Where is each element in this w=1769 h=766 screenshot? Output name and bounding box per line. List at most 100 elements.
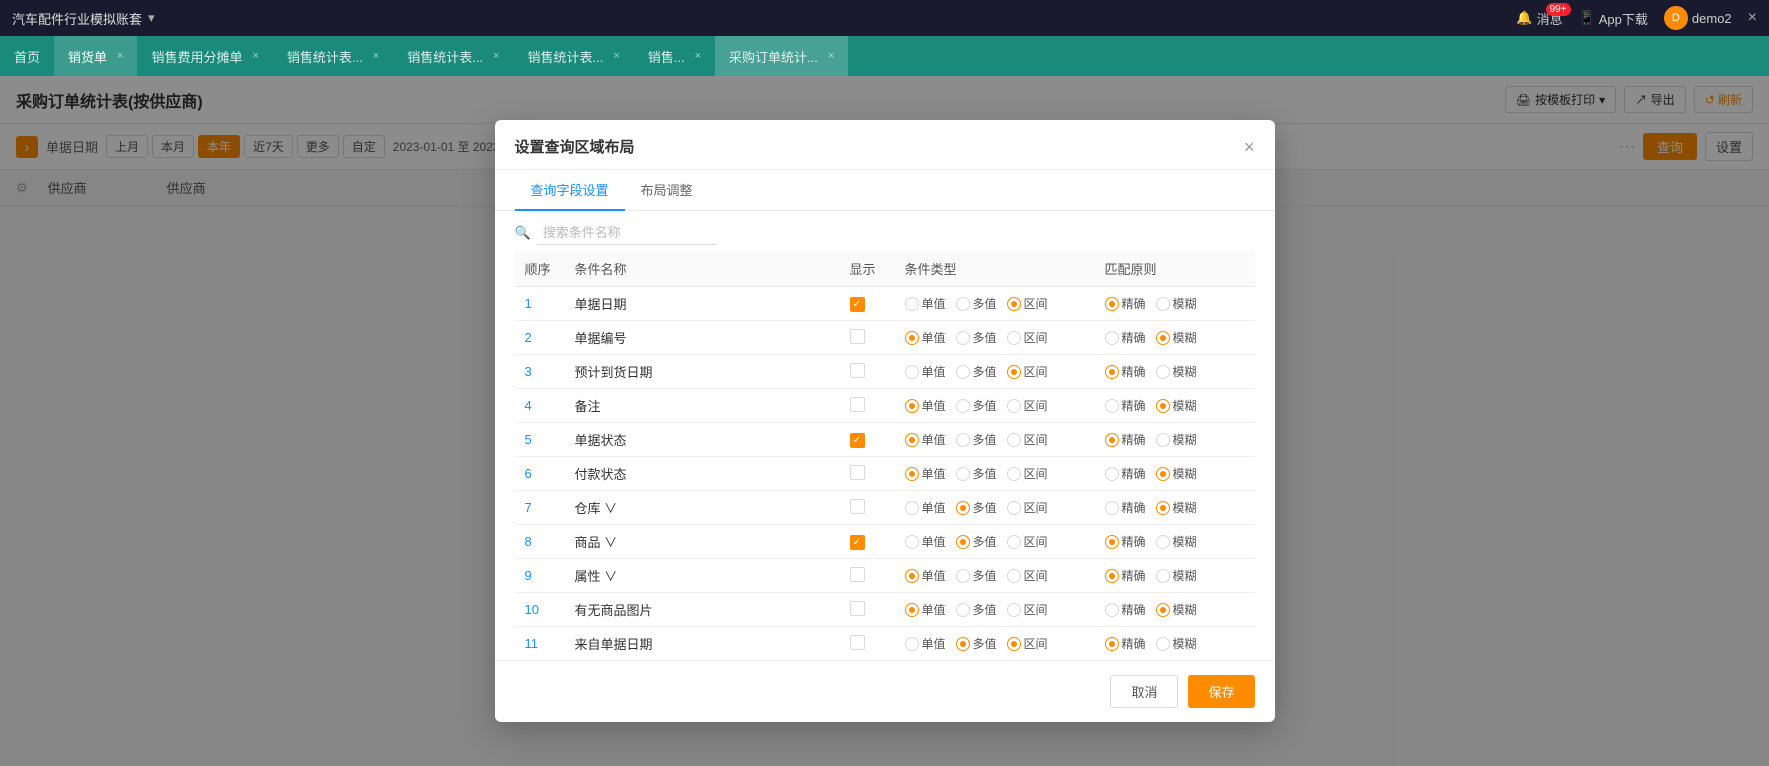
row-type-cell: 单值 多值 区间	[895, 355, 1095, 389]
type-single-radio[interactable]: 单值	[905, 499, 946, 516]
tab-5[interactable]: 销售统计表... ×	[513, 36, 633, 76]
tab-3[interactable]: 销售统计表... ×	[273, 36, 393, 76]
match-fuzzy-radio[interactable]: 模糊	[1156, 499, 1197, 516]
type-range-radio[interactable]: 区间	[1007, 601, 1048, 618]
radio-circle	[1105, 467, 1119, 481]
type-multi-radio[interactable]: 多值	[956, 431, 997, 448]
type-range-radio[interactable]: 区间	[1007, 533, 1048, 550]
match-precise-radio[interactable]: 精确	[1105, 295, 1146, 312]
dropdown-icon[interactable]: ▾	[148, 10, 155, 26]
match-precise-radio[interactable]: 精确	[1105, 635, 1146, 652]
type-range-radio[interactable]: 区间	[1007, 635, 1048, 652]
type-multi-radio[interactable]: 多值	[956, 499, 997, 516]
match-precise-radio[interactable]: 精确	[1105, 363, 1146, 380]
match-fuzzy-radio[interactable]: 模糊	[1156, 431, 1197, 448]
match-precise-radio[interactable]: 精确	[1105, 533, 1146, 550]
topbar: 汽车配件行业模拟账套 ▾ 🔔 消息 99+ 📱 App下载 D demo2 ×	[0, 0, 1769, 36]
tab-sales-close[interactable]: ×	[117, 50, 123, 62]
display-checkbox[interactable]	[850, 465, 865, 480]
type-range-radio[interactable]: 区间	[1007, 397, 1048, 414]
type-single-radio[interactable]: 单值	[905, 533, 946, 550]
match-fuzzy-radio[interactable]: 模糊	[1156, 397, 1197, 414]
topbar-close-btn[interactable]: ×	[1748, 9, 1757, 27]
type-multi-radio[interactable]: 多值	[956, 465, 997, 482]
table-row: 8商品 ∨ 单值 多值 区间 精确	[515, 525, 1255, 559]
type-range-radio[interactable]: 区间	[1007, 465, 1048, 482]
notification-btn[interactable]: 🔔 消息 99+	[1516, 9, 1562, 28]
save-button[interactable]: 保存	[1188, 675, 1254, 708]
type-single-radio[interactable]: 单值	[905, 329, 946, 346]
row-display-cell	[840, 525, 895, 559]
match-precise-radio[interactable]: 精确	[1105, 431, 1146, 448]
type-single-radio[interactable]: 单值	[905, 295, 946, 312]
dialog-tab-layout[interactable]: 布局调整	[625, 170, 709, 211]
type-multi-radio[interactable]: 多值	[956, 601, 997, 618]
type-multi-radio[interactable]: 多值	[956, 329, 997, 346]
type-multi-radio[interactable]: 多值	[956, 635, 997, 652]
tab-purchase[interactable]: 采购订单统计... ×	[715, 36, 848, 76]
display-checkbox[interactable]	[850, 329, 865, 344]
type-single-radio[interactable]: 单值	[905, 601, 946, 618]
match-precise-radio[interactable]: 精确	[1105, 567, 1146, 584]
user-avatar[interactable]: D demo2	[1664, 6, 1732, 30]
type-multi-radio[interactable]: 多值	[956, 567, 997, 584]
match-precise-radio[interactable]: 精确	[1105, 329, 1146, 346]
row-order: 3	[515, 355, 565, 389]
type-single-radio[interactable]: 单值	[905, 431, 946, 448]
display-checkbox[interactable]	[850, 601, 865, 616]
type-single-radio[interactable]: 单值	[905, 635, 946, 652]
app-download-btn[interactable]: 📱 App下载	[1579, 9, 1648, 28]
match-fuzzy-radio[interactable]: 模糊	[1156, 329, 1197, 346]
match-precise-radio[interactable]: 精确	[1105, 397, 1146, 414]
radio-circle	[1105, 331, 1119, 345]
display-checkbox[interactable]	[850, 567, 865, 582]
tab-home[interactable]: 首页	[0, 36, 54, 76]
tab-sales-fee-close[interactable]: ×	[252, 50, 258, 62]
type-single-radio[interactable]: 单值	[905, 567, 946, 584]
match-precise-radio[interactable]: 精确	[1105, 465, 1146, 482]
match-fuzzy-radio[interactable]: 模糊	[1156, 465, 1197, 482]
display-checkbox[interactable]	[850, 433, 865, 448]
tab-6[interactable]: 销售... ×	[634, 36, 715, 76]
match-fuzzy-radio[interactable]: 模糊	[1156, 635, 1197, 652]
match-precise-radio[interactable]: 精确	[1105, 601, 1146, 618]
dialog-close-btn[interactable]: ×	[1244, 138, 1255, 156]
tab-sales-fee[interactable]: 销售费用分摊单 ×	[137, 36, 272, 76]
tab-4[interactable]: 销售统计表... ×	[393, 36, 513, 76]
row-type-cell: 单值 多值 区间	[895, 321, 1095, 355]
type-range-radio[interactable]: 区间	[1007, 363, 1048, 380]
type-range-radio[interactable]: 区间	[1007, 295, 1048, 312]
row-name: 单据编号	[565, 321, 840, 355]
tab-sales[interactable]: 销货单 ×	[54, 36, 137, 76]
search-input[interactable]	[537, 221, 717, 245]
type-range-radio[interactable]: 区间	[1007, 567, 1048, 584]
dialog-tab-query[interactable]: 查询字段设置	[515, 170, 625, 211]
display-checkbox[interactable]	[850, 297, 865, 312]
match-fuzzy-radio[interactable]: 模糊	[1156, 363, 1197, 380]
display-checkbox[interactable]	[850, 397, 865, 412]
match-precise-radio[interactable]: 精确	[1105, 499, 1146, 516]
conditions-table: 顺序 条件名称 显示 条件类型 匹配原则 1单据日期 单值	[515, 251, 1255, 660]
match-fuzzy-radio[interactable]: 模糊	[1156, 601, 1197, 618]
cancel-button[interactable]: 取消	[1110, 675, 1178, 708]
topbar-right: 🔔 消息 99+ 📱 App下载 D demo2 ×	[1516, 6, 1757, 30]
type-range-radio[interactable]: 区间	[1007, 329, 1048, 346]
type-multi-radio[interactable]: 多值	[956, 533, 997, 550]
display-checkbox[interactable]	[850, 363, 865, 378]
type-single-radio[interactable]: 单值	[905, 363, 946, 380]
type-range-radio[interactable]: 区间	[1007, 499, 1048, 516]
display-checkbox[interactable]	[850, 635, 865, 650]
display-checkbox[interactable]	[850, 535, 865, 550]
type-single-radio[interactable]: 单值	[905, 465, 946, 482]
row-match-cell: 精确 模糊	[1095, 627, 1255, 661]
match-fuzzy-radio[interactable]: 模糊	[1156, 295, 1197, 312]
col-name: 条件名称	[565, 251, 840, 287]
match-fuzzy-radio[interactable]: 模糊	[1156, 567, 1197, 584]
display-checkbox[interactable]	[850, 499, 865, 514]
type-multi-radio[interactable]: 多值	[956, 295, 997, 312]
type-multi-radio[interactable]: 多值	[956, 363, 997, 380]
type-multi-radio[interactable]: 多值	[956, 397, 997, 414]
match-fuzzy-radio[interactable]: 模糊	[1156, 533, 1197, 550]
type-range-radio[interactable]: 区间	[1007, 431, 1048, 448]
type-single-radio[interactable]: 单值	[905, 397, 946, 414]
